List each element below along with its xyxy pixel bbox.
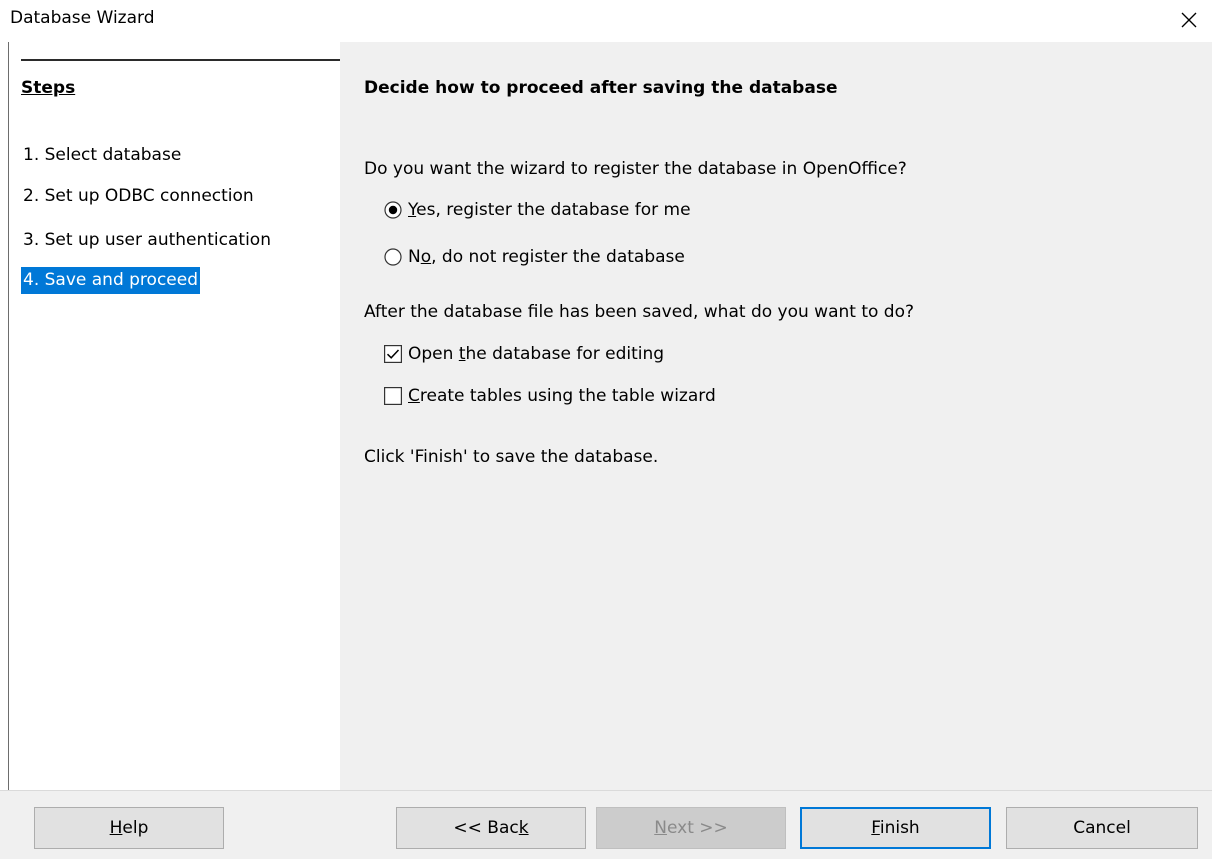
step-save-and-proceed[interactable]: 4. Save and proceed	[21, 267, 201, 294]
close-icon	[1181, 12, 1197, 28]
finish-hint: Click 'Finish' to save the database.	[364, 447, 659, 467]
next-button[interactable]: Next >>	[596, 807, 786, 849]
register-question: Do you want the wizard to register the d…	[364, 159, 907, 179]
checkbox-unchecked-icon[interactable]	[384, 387, 402, 405]
finish-button[interactable]: Finish	[800, 807, 991, 849]
radio-unchecked-icon[interactable]	[384, 248, 402, 266]
radio-register-no-label: No, do not register the database	[408, 247, 685, 267]
radio-checked-icon[interactable]	[384, 201, 402, 219]
radio-register-yes[interactable]: Yes, register the database for me	[384, 200, 691, 220]
steps-divider	[21, 59, 349, 61]
help-button-label: Help	[109, 818, 149, 838]
step-user-auth[interactable]: 3. Set up user authentication	[21, 227, 273, 254]
back-button-label: << Back	[453, 818, 529, 838]
close-button[interactable]	[1166, 0, 1212, 40]
page-heading: Decide how to proceed after saving the d…	[364, 78, 838, 98]
steps-pane: Steps 1. Select database 2. Set up ODBC …	[8, 42, 349, 790]
radio-register-no[interactable]: No, do not register the database	[384, 247, 685, 267]
after-save-question: After the database file has been saved, …	[364, 302, 915, 322]
cancel-button-label: Cancel	[1073, 818, 1131, 838]
help-button[interactable]: Help	[34, 807, 224, 849]
steps-heading: Steps	[21, 78, 76, 98]
checkbox-create-tables[interactable]: Create tables using the table wizard	[384, 386, 716, 406]
main-pane: Decide how to proceed after saving the d…	[340, 42, 1212, 790]
window-title: Database Wizard	[10, 8, 155, 28]
radio-register-yes-label: Yes, register the database for me	[408, 200, 691, 220]
checkbox-open-for-editing[interactable]: Open the database for editing	[384, 344, 664, 364]
next-button-label: Next >>	[654, 818, 728, 838]
button-bar: Help << Back Next >> Finish Cancel	[0, 790, 1212, 859]
back-button[interactable]: << Back	[396, 807, 586, 849]
finish-button-label: Finish	[871, 818, 920, 838]
title-bar: Database Wizard	[0, 0, 1212, 42]
checkbox-checked-icon[interactable]	[384, 345, 402, 363]
step-select-database[interactable]: 1. Select database	[21, 142, 183, 169]
step-setup-odbc[interactable]: 2. Set up ODBC connection	[21, 183, 256, 210]
checkbox-create-label: Create tables using the table wizard	[408, 386, 716, 406]
cancel-button[interactable]: Cancel	[1006, 807, 1198, 849]
checkbox-open-label: Open the database for editing	[408, 344, 665, 364]
